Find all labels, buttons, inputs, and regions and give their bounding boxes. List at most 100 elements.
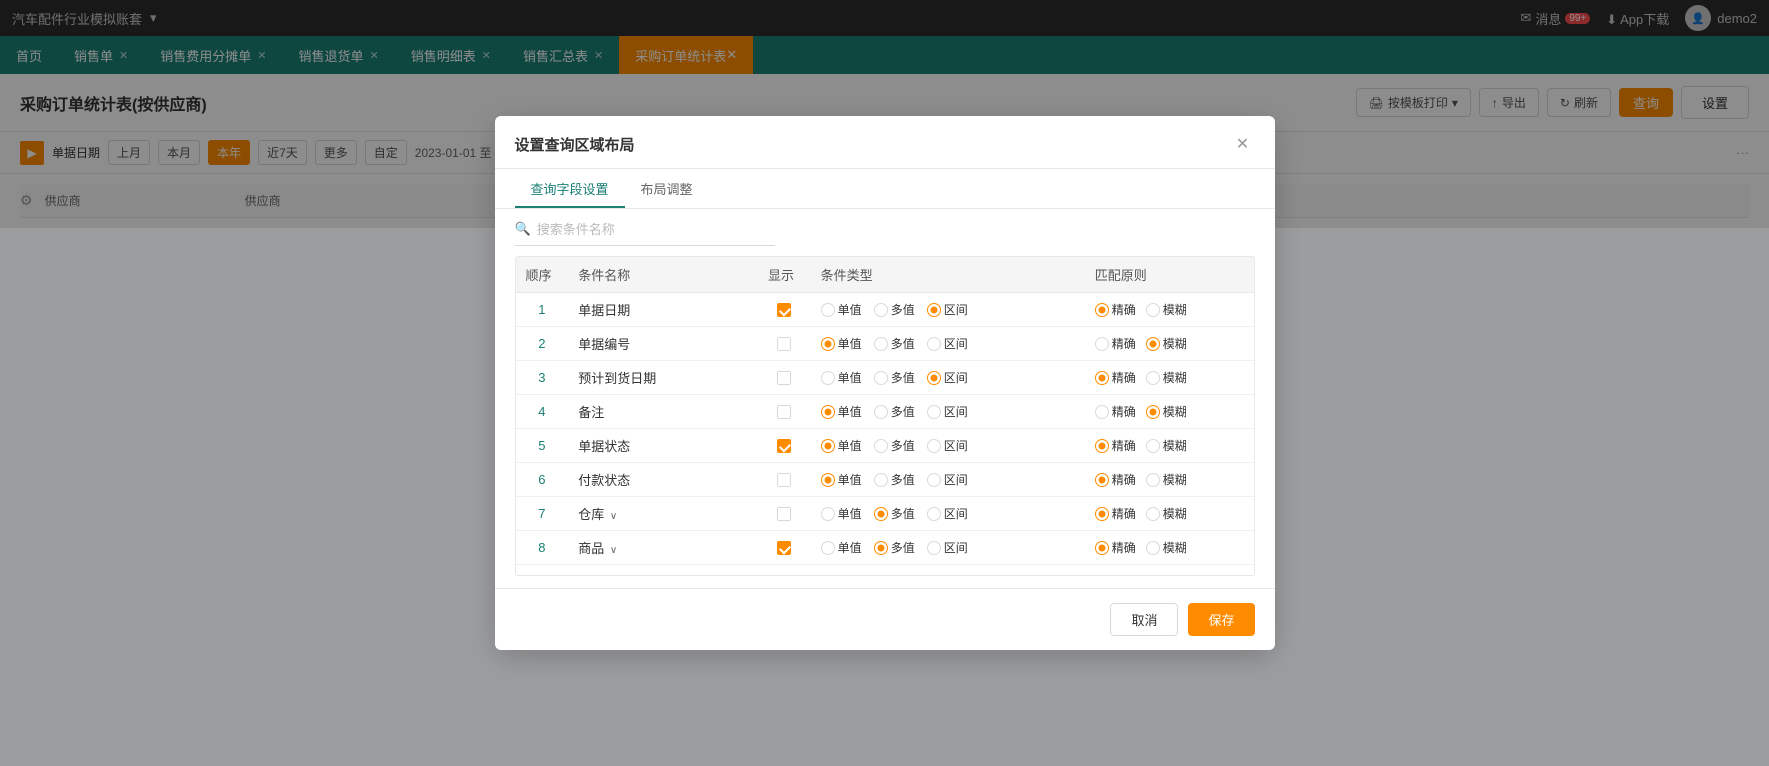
match-rule-exact[interactable]: 精确 <box>1095 437 1136 454</box>
condition-type-multi[interactable]: 多值 <box>874 437 915 454</box>
row-condition-type: 单值 多值区间 <box>811 531 1085 565</box>
display-checkbox[interactable] <box>777 405 791 419</box>
tab-layout[interactable]: 布局调整 <box>625 169 709 208</box>
condition-type-multi[interactable]: 多值 <box>874 539 915 556</box>
match-rule-fuzzy[interactable]: 模糊 <box>1146 369 1187 386</box>
row-display-cell[interactable] <box>758 361 811 395</box>
match-rule-exact[interactable]: 精确 <box>1095 369 1136 386</box>
condition-type-multi[interactable]: 多值 <box>874 301 915 318</box>
save-button[interactable]: 保存 <box>1188 603 1254 636</box>
condition-type-range[interactable]: 区间 <box>927 505 968 522</box>
display-checkbox[interactable] <box>777 507 791 521</box>
match-fuzzy-label: 模糊 <box>1163 437 1187 454</box>
match-rule-fuzzy[interactable]: 模糊 <box>1146 301 1187 318</box>
condition-type-range[interactable]: 区间 <box>927 301 968 318</box>
match-rule-exact[interactable]: 精确 <box>1095 539 1136 556</box>
match-exact-circle <box>1095 337 1109 351</box>
radio-single-circle <box>821 541 835 555</box>
radio-multi-label: 多值 <box>891 539 915 556</box>
table-row: 1单据日期单值多值区间精确模糊 <box>516 293 1254 327</box>
tab-query-fields[interactable]: 查询字段设置 <box>515 169 625 208</box>
display-checkbox[interactable] <box>777 541 791 555</box>
display-checkbox[interactable] <box>777 371 791 385</box>
match-fuzzy-circle <box>1146 405 1160 419</box>
radio-range-circle <box>927 541 941 555</box>
match-fuzzy-label: 模糊 <box>1163 539 1187 556</box>
condition-type-range[interactable]: 区间 <box>927 437 968 454</box>
match-rule-exact[interactable]: 精确 <box>1095 573 1136 576</box>
row-num: 3 <box>538 370 545 385</box>
match-fuzzy-circle <box>1146 473 1160 487</box>
condition-type-range[interactable]: 区间 <box>927 471 968 488</box>
condition-type-range[interactable]: 区间 <box>927 369 968 386</box>
condition-type-multi[interactable]: 多值 <box>874 505 915 522</box>
row-num: 7 <box>538 506 545 521</box>
condition-type-single[interactable]: 单值 <box>821 335 862 352</box>
match-rule-fuzzy[interactable]: 模糊 <box>1146 471 1187 488</box>
condition-type-single[interactable]: 单值 <box>821 403 862 420</box>
condition-type-range[interactable]: 区间 <box>927 573 968 576</box>
match-rule-exact[interactable]: 精确 <box>1095 335 1136 352</box>
condition-type-single[interactable]: 单值 <box>821 369 862 386</box>
match-fuzzy-label: 模糊 <box>1163 573 1187 576</box>
radio-single-circle <box>821 575 835 577</box>
row-display-cell[interactable] <box>758 565 811 577</box>
condition-type-single[interactable]: 单值 <box>821 505 862 522</box>
row-display-cell[interactable] <box>758 531 811 565</box>
cancel-button[interactable]: 取消 <box>1110 603 1178 636</box>
condition-type-single[interactable]: 单值 <box>821 471 862 488</box>
row-display-cell[interactable] <box>758 293 811 327</box>
radio-multi-label: 多值 <box>891 301 915 318</box>
condition-type-multi[interactable]: 多值 <box>874 573 915 576</box>
condition-type-multi[interactable]: 多值 <box>874 403 915 420</box>
row-display-cell[interactable] <box>758 463 811 497</box>
dialog-close-button[interactable]: ✕ <box>1231 132 1255 156</box>
radio-single-circle <box>821 337 835 351</box>
condition-type-multi[interactable]: 多值 <box>874 471 915 488</box>
condition-type-multi[interactable]: 多值 <box>874 335 915 352</box>
row-display-cell[interactable] <box>758 395 811 429</box>
condition-type-range[interactable]: 区间 <box>927 335 968 352</box>
match-exact-circle <box>1095 541 1109 555</box>
match-rule-fuzzy[interactable]: 模糊 <box>1146 437 1187 454</box>
condition-search-input[interactable] <box>537 222 737 237</box>
display-checkbox[interactable] <box>777 575 791 576</box>
condition-type-single[interactable]: 单值 <box>821 573 862 576</box>
row-display-cell[interactable] <box>758 429 811 463</box>
match-rule-exact[interactable]: 精确 <box>1095 301 1136 318</box>
display-checkbox[interactable] <box>777 439 791 453</box>
match-rule-exact[interactable]: 精确 <box>1095 403 1136 420</box>
match-exact-circle <box>1095 439 1109 453</box>
display-checkbox[interactable] <box>777 303 791 317</box>
conditions-table-scroll[interactable]: 顺序 条件名称 显示 条件类型 匹配原则 1单据日期单值多值区间精确模糊2单据编… <box>515 256 1255 576</box>
condition-type-range[interactable]: 区间 <box>927 403 968 420</box>
tab-query-fields-label: 查询字段设置 <box>531 182 609 197</box>
condition-type-multi[interactable]: 多值 <box>874 369 915 386</box>
row-display-cell[interactable] <box>758 327 811 361</box>
match-rule-fuzzy[interactable]: 模糊 <box>1146 539 1187 556</box>
match-rule-fuzzy[interactable]: 模糊 <box>1146 573 1187 576</box>
match-rule-fuzzy[interactable]: 模糊 <box>1146 403 1187 420</box>
radio-multi-circle <box>874 541 888 555</box>
display-checkbox[interactable] <box>777 473 791 487</box>
radio-multi-label: 多值 <box>891 437 915 454</box>
display-checkbox[interactable] <box>777 337 791 351</box>
match-rule-exact[interactable]: 精确 <box>1095 505 1136 522</box>
row-display-cell[interactable] <box>758 497 811 531</box>
match-rule-exact[interactable]: 精确 <box>1095 471 1136 488</box>
row-num: 5 <box>538 438 545 453</box>
radio-single-circle <box>821 303 835 317</box>
match-rule-fuzzy[interactable]: 模糊 <box>1146 335 1187 352</box>
match-rule-fuzzy[interactable]: 模糊 <box>1146 505 1187 522</box>
expand-caret-icon[interactable]: ∨ <box>610 511 617 522</box>
dialog-title: 设置查询区域布局 <box>515 134 635 155</box>
condition-type-range[interactable]: 区间 <box>927 539 968 556</box>
condition-type-single[interactable]: 单值 <box>821 301 862 318</box>
condition-type-single[interactable]: 单值 <box>821 437 862 454</box>
row-condition-name: 商品 ∨ <box>568 531 758 565</box>
condition-type-single[interactable]: 单值 <box>821 539 862 556</box>
row-order: 3 <box>516 361 569 395</box>
dialog-header: 设置查询区域布局 ✕ <box>495 116 1275 169</box>
match-fuzzy-label: 模糊 <box>1163 505 1187 522</box>
expand-caret-icon[interactable]: ∨ <box>610 545 617 556</box>
